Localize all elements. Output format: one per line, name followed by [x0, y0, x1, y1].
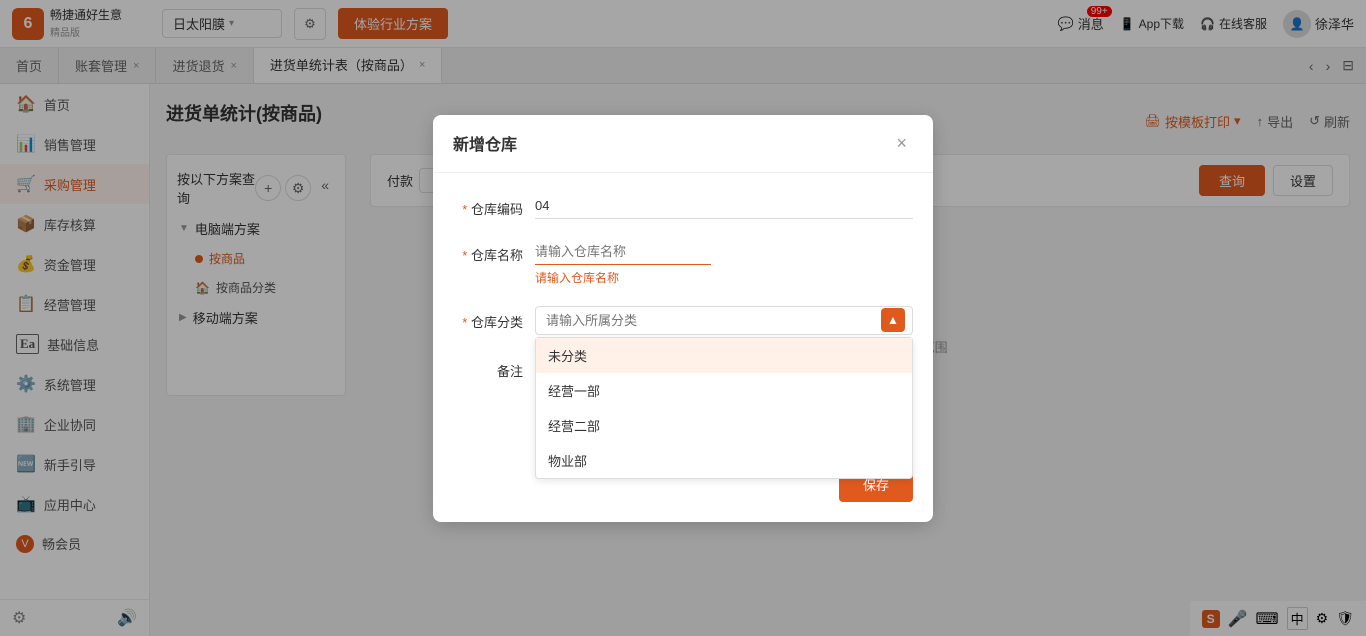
dropdown-item-property[interactable]: 物业部: [536, 443, 912, 478]
dropdown-item-ops1[interactable]: 经营一部: [536, 373, 912, 408]
category-label: * 仓库分类: [453, 306, 523, 331]
category-dropdown-arrow[interactable]: ▲: [881, 308, 905, 332]
form-row-category: * 仓库分类 ▲ 未分类 经营一部 经营二部 物业部: [453, 306, 913, 335]
warehouse-name-input[interactable]: [535, 239, 711, 265]
modal-add-warehouse: 新增仓库 × * 仓库编码 * 仓库名称: [433, 115, 933, 522]
form-row-code: * 仓库编码: [453, 193, 913, 219]
modal-title: 新增仓库: [453, 131, 517, 155]
name-error-msg: 请输入仓库名称: [535, 271, 619, 285]
category-dropdown: 未分类 经营一部 经营二部 物业部: [535, 337, 913, 479]
modal-close-button[interactable]: ×: [890, 131, 913, 156]
modal-header: 新增仓库 ×: [433, 115, 933, 173]
dropdown-item-ops2[interactable]: 经营二部: [536, 408, 912, 443]
modal-body: * 仓库编码 * 仓库名称 请输入仓库名称: [433, 173, 933, 455]
warehouse-code-input[interactable]: [535, 193, 913, 219]
modal-overlay[interactable]: 新增仓库 × * 仓库编码 * 仓库名称: [0, 0, 1366, 636]
note-label: 备注: [453, 355, 523, 380]
form-row-name: * 仓库名称 请输入仓库名称: [453, 239, 913, 286]
name-label: * 仓库名称: [453, 239, 523, 264]
code-label: * 仓库编码: [453, 193, 523, 218]
category-input[interactable]: [535, 306, 913, 335]
dropdown-item-uncat[interactable]: 未分类: [536, 338, 912, 373]
category-select-wrapper: ▲ 未分类 经营一部 经营二部 物业部: [535, 306, 913, 335]
